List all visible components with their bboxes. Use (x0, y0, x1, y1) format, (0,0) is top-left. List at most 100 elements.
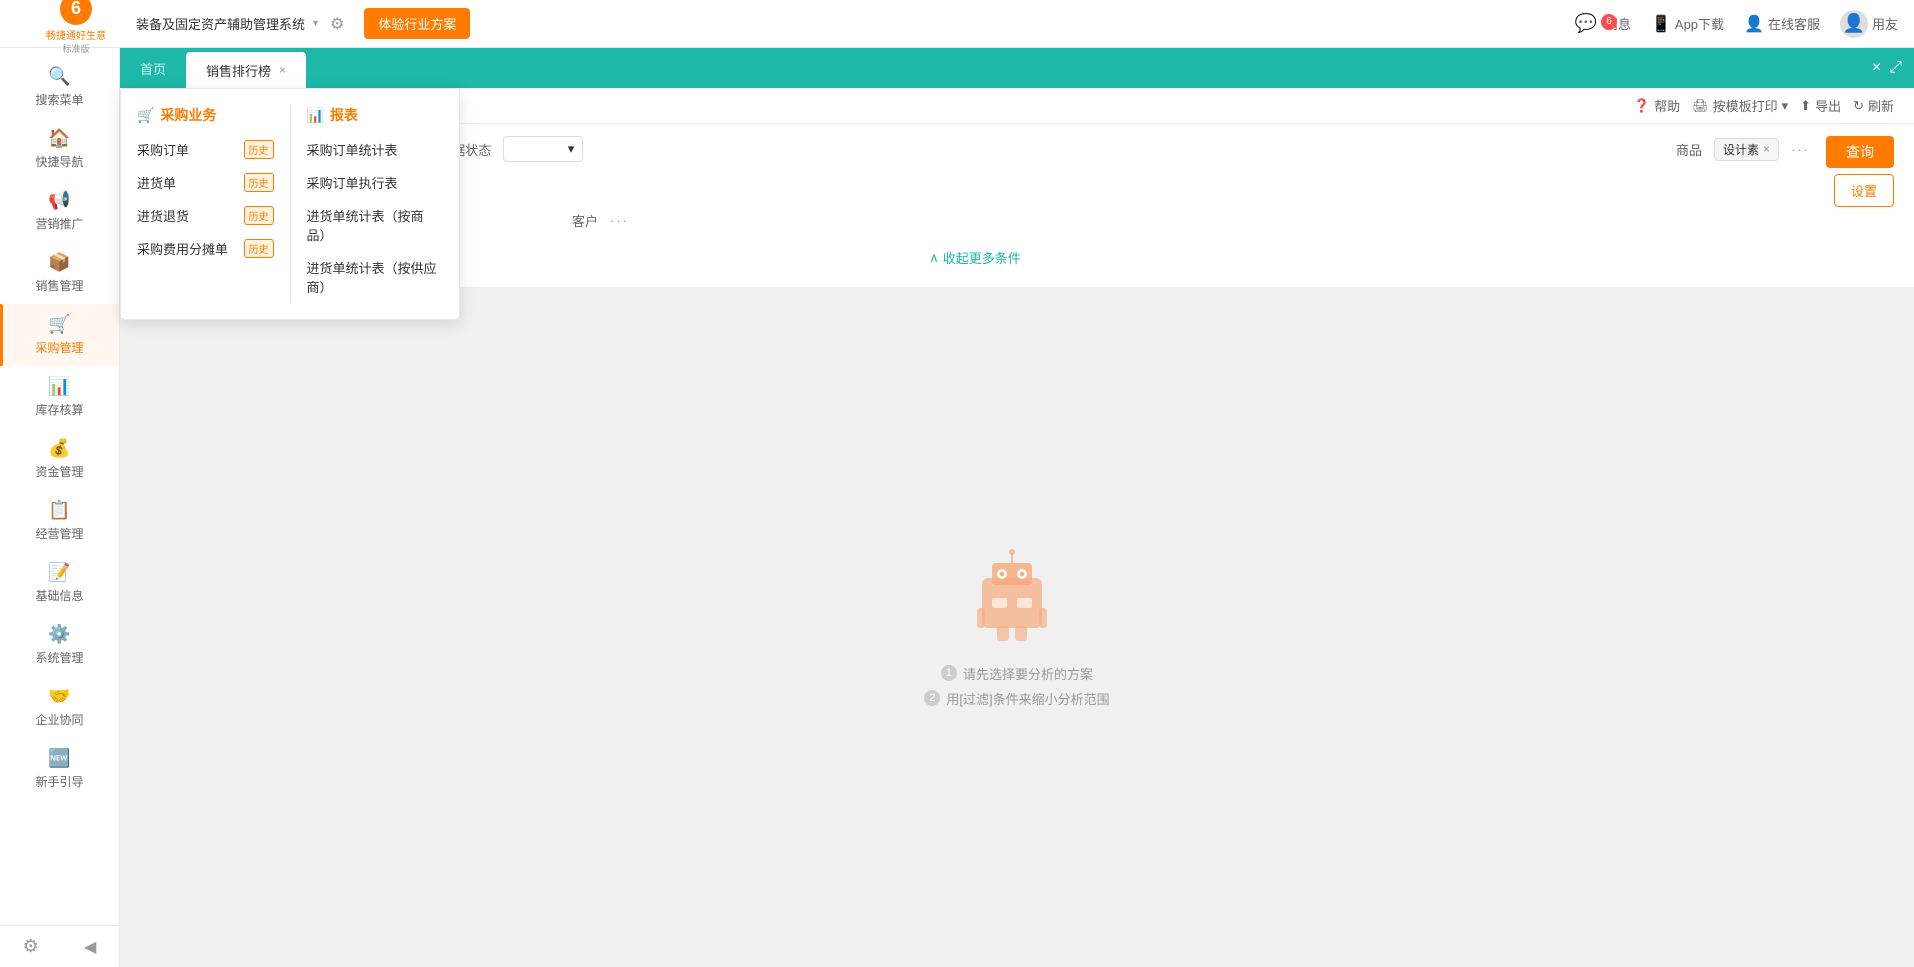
goods-label: 商品 (1676, 140, 1702, 159)
window-maximize-icon[interactable]: ⤢ (1889, 59, 1902, 77)
phone-icon: 📱 (1651, 14, 1671, 34)
tip-num-1: 1 (941, 665, 957, 681)
empty-state: 1 请先选择要分析的方案 2 用[过滤]条件来缩小分析范围 (120, 288, 1914, 967)
settings-button[interactable]: 设置 (1834, 174, 1894, 207)
menu-item-supplier-stat[interactable]: 进货单统计表（按供应商） (307, 251, 444, 303)
message-icon: 💬 (1575, 13, 1597, 34)
tab-close-icon[interactable]: × (279, 63, 286, 77)
active-indicator (0, 304, 3, 366)
system-dropdown-icon[interactable]: ▾ (313, 18, 318, 29)
service-icon: 👤 (1744, 14, 1764, 34)
system-title-area: 装备及固定资产辅助管理系统 ▾ ⚙ 体验行业方案 (136, 8, 1575, 39)
report-section-icon: 📊 (307, 107, 324, 124)
history-badge-purchase-receipt: 历史 (244, 173, 274, 192)
sidebar-item-guide[interactable]: 🆕 新手引导 (0, 738, 119, 800)
system-title: 装备及固定资产辅助管理系统 (136, 14, 305, 33)
menu-item-purchase-return[interactable]: 进货退货 历史 (137, 199, 274, 232)
message-item[interactable]: 💬 6 消息 (1575, 13, 1631, 34)
history-badge-purchase-return: 历史 (244, 206, 274, 225)
guide-icon: 🆕 (48, 748, 70, 769)
dropdown-container: 🛒 采购业务 采购订单 历史 进货单 历史 进货退货 历史 (120, 88, 1914, 288)
query-button[interactable]: 查询 (1826, 136, 1894, 168)
purchase-dropdown-menu: 🛒 采购业务 采购订单 历史 进货单 历史 进货退货 历史 (120, 88, 460, 320)
menu-item-purchase-order-stat[interactable]: 采购订单统计表 (307, 133, 444, 166)
refresh-icon: ↻ (1853, 98, 1864, 114)
online-service-item[interactable]: 👤 在线客服 (1744, 14, 1820, 34)
operation-icon: 📋 (48, 500, 70, 521)
sidebar-bottom: ⚙ ◀ (0, 925, 119, 967)
print-dropdown-icon[interactable]: ▾ (1782, 98, 1789, 114)
window-close-icon[interactable]: × (1872, 59, 1881, 77)
print-icon: 🖨 (1692, 98, 1709, 114)
system-settings-icon[interactable]: ⚙ (330, 14, 344, 34)
sidebar-item-purchase[interactable]: 🛒 采购管理 (0, 304, 119, 366)
online-service-label: 在线客服 (1768, 14, 1820, 33)
menu-item-goods-stat[interactable]: 进货单统计表（按商品） (307, 199, 444, 251)
tab-home-label: 首页 (140, 59, 166, 78)
goods-tag-close[interactable]: × (1763, 142, 1770, 156)
empty-svg (957, 548, 1077, 648)
history-badge-purchase-expense: 历史 (244, 239, 274, 258)
empty-tip-2: 2 用[过滤]条件来缩小分析范围 (924, 689, 1109, 708)
purchase-section-icon: 🛒 (137, 107, 154, 124)
sidebar-item-sales[interactable]: 📦 销售管理 (0, 242, 119, 304)
tab-sales-ranking[interactable]: 销售排行榜 × (186, 52, 306, 88)
menu-item-purchase-expense[interactable]: 采购费用分摊单 历史 (137, 232, 274, 265)
refresh-item[interactable]: ↻ 刷新 (1853, 96, 1894, 115)
sidebar: 🔍 搜索菜单 🏠 快捷导航 📢 营销推广 📦 销售管理 🛒 采购管理 📊 库存核… (0, 48, 120, 967)
menu-item-purchase-receipt[interactable]: 进货单 历史 (137, 166, 274, 199)
sidebar-settings-icon[interactable]: ⚙ (23, 936, 39, 957)
report-section: 📊 报表 采购订单统计表 采购订单执行表 进货单统计表（按商品） 进货单统计表（… (291, 97, 460, 311)
tab-sales-ranking-label: 销售排行榜 (206, 61, 271, 80)
app-download-label: App下载 (1675, 14, 1724, 33)
app-download-item[interactable]: 📱 App下载 (1651, 14, 1724, 34)
empty-tip-1: 1 请先选择要分析的方案 (941, 664, 1093, 683)
header-actions: ❓ 帮助 🖨 按模板打印 ▾ ⬆ 导出 ↻ 刷新 (1634, 96, 1894, 115)
finance-icon: 💰 (48, 438, 70, 459)
sidebar-item-inventory[interactable]: 📊 库存核算 (0, 366, 119, 428)
home-icon: 🏠 (48, 128, 70, 149)
sidebar-item-quick-nav[interactable]: 🏠 快捷导航 (0, 118, 119, 180)
purchase-icon: 🛒 (48, 314, 70, 335)
customer-more[interactable]: ··· (610, 213, 629, 228)
search-icon: 🔍 (48, 66, 70, 87)
main-layout: 🔍 搜索菜单 🏠 快捷导航 📢 营销推广 📦 销售管理 🛒 采购管理 📊 库存核… (0, 48, 1914, 967)
export-icon: ⬆ (1800, 98, 1811, 114)
sidebar-item-marketing[interactable]: 📢 营销推广 (0, 180, 119, 242)
purchase-section-title: 🛒 采购业务 (137, 105, 274, 125)
status-select[interactable]: ▾ (503, 136, 583, 162)
message-badge: 6 (1601, 14, 1617, 30)
menu-item-purchase-order[interactable]: 采购订单 历史 (137, 133, 274, 166)
menu-item-purchase-order-exec[interactable]: 采购订单执行表 (307, 166, 444, 199)
sidebar-item-basic-info[interactable]: 📝 基础信息 (0, 552, 119, 614)
sidebar-collapse-icon[interactable]: ◀ (84, 937, 96, 957)
user-label: 用友 (1872, 14, 1898, 33)
experience-button[interactable]: 体验行业方案 (364, 8, 470, 39)
tab-actions: × ⤢ (1872, 59, 1914, 77)
status-dropdown-icon: ▾ (568, 141, 575, 157)
sales-icon: 📦 (48, 252, 70, 273)
inventory-icon: 📊 (48, 376, 70, 397)
collapse-icon: ∧ (929, 250, 939, 266)
logo-area: 6 畅捷通好生意 标准版 (16, 0, 136, 55)
goods-tag: 设计素 × (1714, 138, 1779, 161)
history-badge-purchase-order: 历史 (244, 140, 274, 159)
top-bar: 6 畅捷通好生意 标准版 装备及固定资产辅助管理系统 ▾ ⚙ 体验行业方案 💬 … (0, 0, 1914, 48)
help-item[interactable]: ❓ 帮助 (1634, 96, 1680, 115)
right-action-area: 查询 设置 (1826, 136, 1894, 207)
user-item[interactable]: 👤 用友 (1840, 10, 1898, 38)
purchase-section: 🛒 采购业务 采购订单 历史 进货单 历史 进货退货 历史 (121, 97, 290, 311)
sidebar-item-enterprise[interactable]: 🤝 企业协同 (0, 676, 119, 738)
top-right: 💬 6 消息 📱 App下载 👤 在线客服 👤 用友 (1575, 10, 1898, 38)
sidebar-item-system[interactable]: ⚙️ 系统管理 (0, 614, 119, 676)
marketing-icon: 📢 (48, 190, 70, 211)
content-area: 首页 销售排行榜 × × ⤢ 🛒 采购业务 (120, 48, 1914, 967)
report-section-title: 📊 报表 (307, 105, 444, 125)
print-item[interactable]: 🖨 按模板打印 ▾ (1692, 96, 1788, 115)
export-item[interactable]: ⬆ 导出 (1800, 96, 1841, 115)
goods-more[interactable]: ··· (1791, 142, 1810, 157)
sidebar-item-finance[interactable]: 💰 资金管理 (0, 428, 119, 490)
sidebar-item-operation[interactable]: 📋 经营管理 (0, 490, 119, 552)
sidebar-item-search[interactable]: 🔍 搜索菜单 (0, 56, 119, 118)
help-icon: ❓ (1634, 98, 1650, 114)
